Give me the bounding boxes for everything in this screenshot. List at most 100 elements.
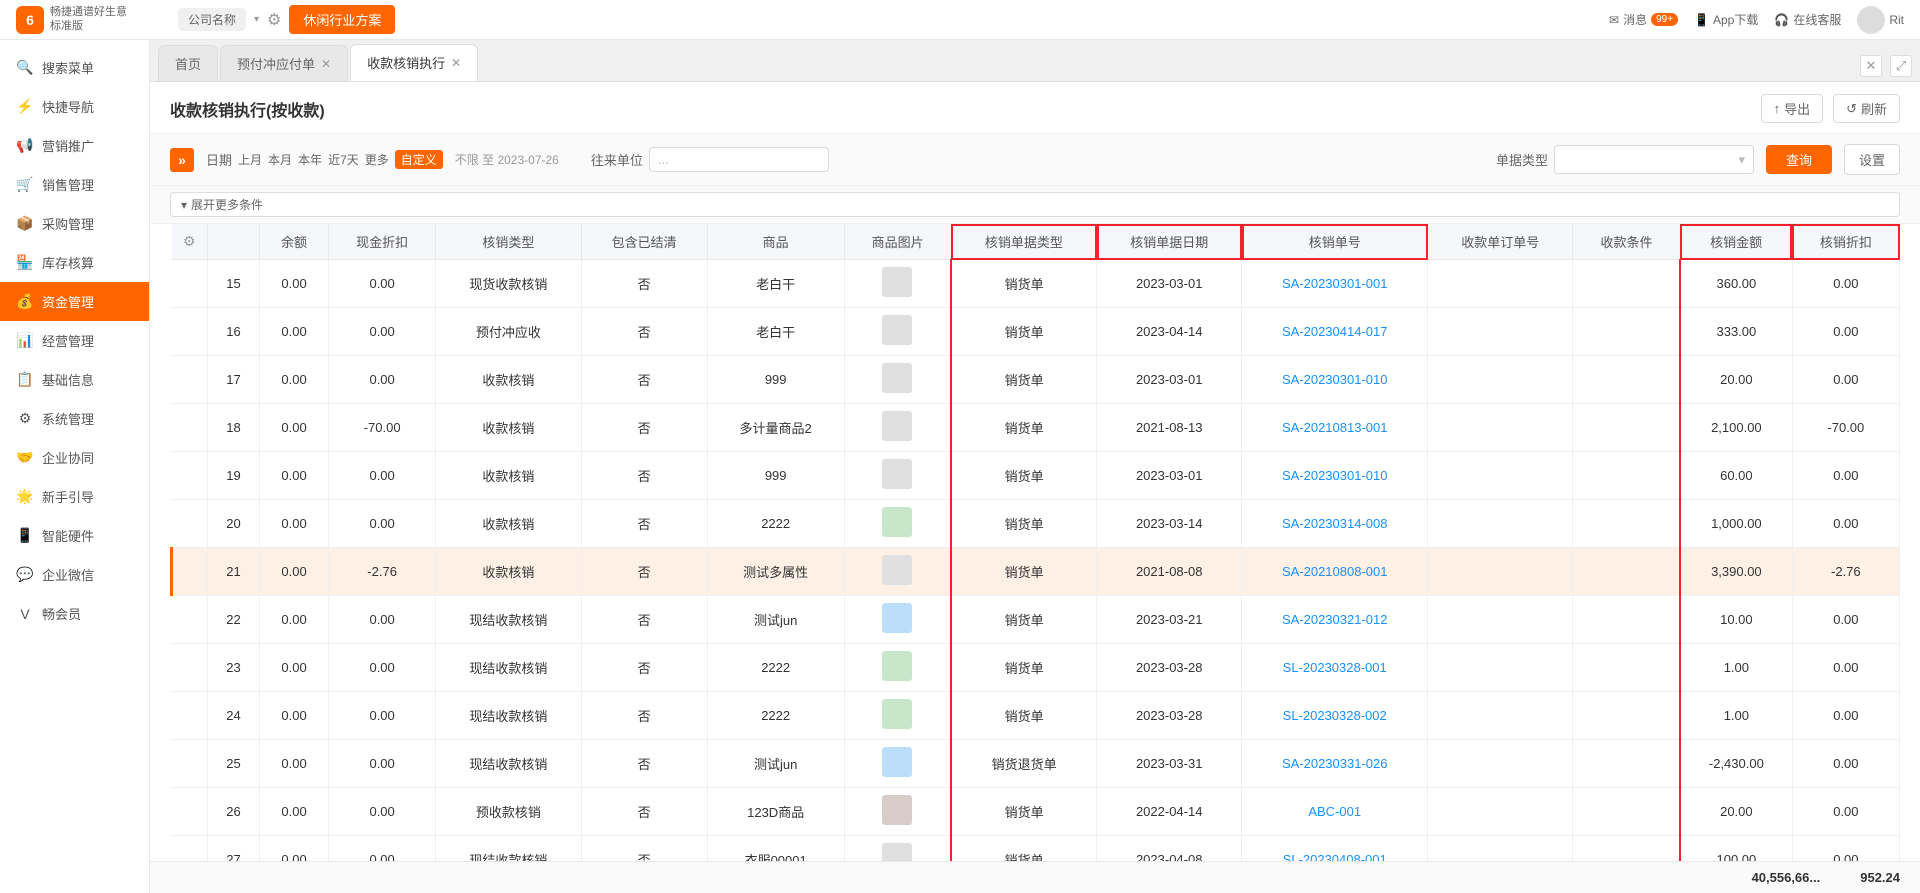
verify-doc-no-link[interactable]: SA-20230331-026 [1282, 756, 1388, 771]
table-row[interactable]: 15 0.00 0.00 现货收款核销 否 老白干 销货单 2023-03-01… [172, 260, 1900, 308]
cell-verify-doc-no[interactable]: SL-20230328-002 [1242, 692, 1428, 740]
verify-doc-no-link[interactable]: SA-20230314-008 [1282, 516, 1388, 531]
cell-settings [172, 644, 208, 692]
verify-doc-no-link[interactable]: SA-20230301-010 [1282, 468, 1388, 483]
cell-verify-doc-no[interactable]: SA-20230414-017 [1242, 308, 1428, 356]
user-profile[interactable]: Rit [1857, 6, 1904, 34]
date-more[interactable]: 更多 [365, 151, 389, 168]
gear-icon[interactable]: ⚙ [267, 10, 281, 30]
cell-verify-doc-no[interactable]: SA-20230314-008 [1242, 500, 1428, 548]
cell-verify-doc-no[interactable]: SA-20230321-012 [1242, 596, 1428, 644]
tab-collect[interactable]: 收款核销执行 ✕ [350, 44, 478, 81]
sidebar-item-corp-collab[interactable]: 🤝 企业协同 [0, 438, 149, 477]
company-name[interactable]: 公司名称 [178, 8, 246, 31]
date-this-year[interactable]: 本年 [298, 151, 322, 168]
verify-doc-no-link[interactable]: SA-20230414-017 [1282, 324, 1388, 339]
verify-doc-no-link[interactable]: SL-20230328-001 [1283, 660, 1387, 675]
sidebar-item-sales[interactable]: 🛒 销售管理 [0, 165, 149, 204]
collect-tab-close[interactable]: ✕ [451, 56, 461, 70]
table-row[interactable]: 25 0.00 0.00 现结收款核销 否 测试jun 销货退货单 2023-0… [172, 740, 1900, 788]
cell-verify-doc-no[interactable]: SA-20230331-026 [1242, 740, 1428, 788]
dropdown-icon[interactable]: ▾ [254, 14, 259, 25]
cell-receipt-order-no [1428, 788, 1573, 836]
table-row[interactable]: 16 0.00 0.00 预付冲应收 否 老白干 销货单 2023-04-14 … [172, 308, 1900, 356]
tab-prepay[interactable]: 预付冲应付单 ✕ [220, 45, 348, 81]
online-service-link[interactable]: 🎧 在线客服 [1774, 11, 1841, 28]
cell-verify-doc-no[interactable]: SA-20230301-010 [1242, 452, 1428, 500]
verify-doc-no-link[interactable]: SA-20210808-001 [1282, 564, 1388, 579]
cell-settings [172, 548, 208, 596]
sidebar-item-smart-hardware[interactable]: 📱 智能硬件 [0, 516, 149, 555]
date-this-month[interactable]: 本月 [268, 151, 292, 168]
table-row[interactable]: 17 0.00 0.00 收款核销 否 999 销货单 2023-03-01 S… [172, 356, 1900, 404]
cell-included-settled: 否 [581, 644, 707, 692]
sidebar-item-guide[interactable]: 🌟 新手引导 [0, 477, 149, 516]
refresh-button[interactable]: ↺ 刷新 [1833, 94, 1900, 123]
cell-verify-doc-date: 2023-03-21 [1097, 596, 1242, 644]
verify-doc-no-link[interactable]: SA-20230301-001 [1282, 276, 1388, 291]
prepay-tab-close[interactable]: ✕ [321, 57, 331, 71]
sidebar-item-finance[interactable]: 💰 资金管理 [0, 282, 149, 321]
from-unit-input[interactable]: ... [649, 147, 829, 172]
tab-home[interactable]: 首页 [158, 45, 218, 81]
filter-settings-button[interactable]: 设置 [1844, 144, 1900, 175]
date-last-7days[interactable]: 近7天 [328, 151, 359, 168]
sidebar-item-wechat[interactable]: 💬 企业微信 [0, 555, 149, 594]
table-row[interactable]: 27 0.00 0.00 现结收款核销 否 衣服00001 销货单 2023-0… [172, 836, 1900, 862]
cell-product-image [844, 644, 951, 692]
cell-receipt-order-no [1428, 260, 1573, 308]
cell-verify-doc-no[interactable]: ABC-001 [1242, 788, 1428, 836]
th-verify-type: 核销类型 [436, 224, 581, 260]
close-tab-btn[interactable]: ✕ [1860, 55, 1882, 77]
industry-button[interactable]: 休闲行业方案 [289, 5, 395, 34]
cell-verify-doc-no[interactable]: SL-20230408-001 [1242, 836, 1428, 862]
sidebar-item-basic-info[interactable]: 📋 基础信息 [0, 360, 149, 399]
search-icon: 🔍 [16, 59, 34, 77]
settings-column-header[interactable]: ⚙ [172, 224, 208, 260]
table-row[interactable]: 21 0.00 -2.76 收款核销 否 测试多属性 销货单 2021-08-0… [172, 548, 1900, 596]
table-row[interactable]: 22 0.00 0.00 现结收款核销 否 测试jun 销货单 2023-03-… [172, 596, 1900, 644]
table-footer: 40,556,66... 952.24 [150, 861, 1920, 893]
table-row[interactable]: 24 0.00 0.00 现结收款核销 否 2222 销货单 2023-03-2… [172, 692, 1900, 740]
data-table: ⚙ 余额 现金折扣 核销类型 包含已结清 商品 商品图片 核销单据类型 核销单据… [170, 224, 1900, 861]
sidebar-item-marketing[interactable]: 📢 营销推广 [0, 126, 149, 165]
th-product: 商品 [707, 224, 844, 260]
export-button[interactable]: ↑ 导出 [1761, 94, 1824, 123]
messages-link[interactable]: ✉ 消息 99+ [1609, 11, 1678, 28]
date-last-month[interactable]: 上月 [238, 151, 262, 168]
verify-doc-no-link[interactable]: ABC-001 [1308, 804, 1361, 819]
sidebar-item-search[interactable]: 🔍 搜索菜单 [0, 48, 149, 87]
expand-tab-btn[interactable]: ⤢ [1890, 55, 1912, 77]
sidebar-item-inventory[interactable]: 🏪 库存核算 [0, 243, 149, 282]
table-row[interactable]: 18 0.00 -70.00 收款核销 否 多计量商品2 销货单 2021-08… [172, 404, 1900, 452]
tab-bar: 首页 预付冲应付单 ✕ 收款核销执行 ✕ ✕ ⤢ [150, 40, 1920, 82]
verify-doc-no-link[interactable]: SA-20230301-010 [1282, 372, 1388, 387]
cell-verify-doc-no[interactable]: SA-20230301-001 [1242, 260, 1428, 308]
table-row[interactable]: 20 0.00 0.00 收款核销 否 2222 销货单 2023-03-14 … [172, 500, 1900, 548]
cell-verify-doc-no[interactable]: SA-20210813-001 [1242, 404, 1428, 452]
filter-expand-button[interactable]: » [170, 148, 194, 172]
column-settings-icon[interactable]: ⚙ [183, 233, 196, 249]
sidebar-item-purchase[interactable]: 📦 采购管理 [0, 204, 149, 243]
cell-verify-doc-no[interactable]: SL-20230328-001 [1242, 644, 1428, 692]
sidebar-item-quick-nav[interactable]: ⚡ 快捷导航 [0, 87, 149, 126]
receipt-type-select[interactable]: ▾ [1554, 145, 1754, 174]
sidebar-item-system[interactable]: ⚙ 系统管理 [0, 399, 149, 438]
sidebar-item-business[interactable]: 📊 经营管理 [0, 321, 149, 360]
verify-doc-no-link[interactable]: SA-20210813-001 [1282, 420, 1388, 435]
table-row[interactable]: 26 0.00 0.00 预收款核销 否 123D商品 销货单 2022-04-… [172, 788, 1900, 836]
table-row[interactable]: 19 0.00 0.00 收款核销 否 999 销货单 2023-03-01 S… [172, 452, 1900, 500]
expand-conditions-button[interactable]: ▾ 展开更多条件 [170, 192, 1900, 217]
table-row[interactable]: 23 0.00 0.00 现结收款核销 否 2222 销货单 2023-03-2… [172, 644, 1900, 692]
app-download-link[interactable]: 📱 App下载 [1694, 11, 1758, 28]
cell-product-image [844, 500, 951, 548]
verify-doc-no-link[interactable]: SA-20230321-012 [1282, 612, 1388, 627]
sidebar-item-member[interactable]: V 畅会员 [0, 594, 149, 633]
query-button[interactable]: 查询 [1766, 145, 1832, 174]
verify-doc-no-link[interactable]: SL-20230328-002 [1283, 708, 1387, 723]
cell-verify-doc-no[interactable]: SA-20230301-010 [1242, 356, 1428, 404]
cell-verify-doc-no[interactable]: SA-20210808-001 [1242, 548, 1428, 596]
date-custom[interactable]: 自定义 [395, 150, 443, 169]
cell-receipt-condition [1573, 692, 1680, 740]
verify-doc-no-link[interactable]: SL-20230408-001 [1283, 852, 1387, 861]
